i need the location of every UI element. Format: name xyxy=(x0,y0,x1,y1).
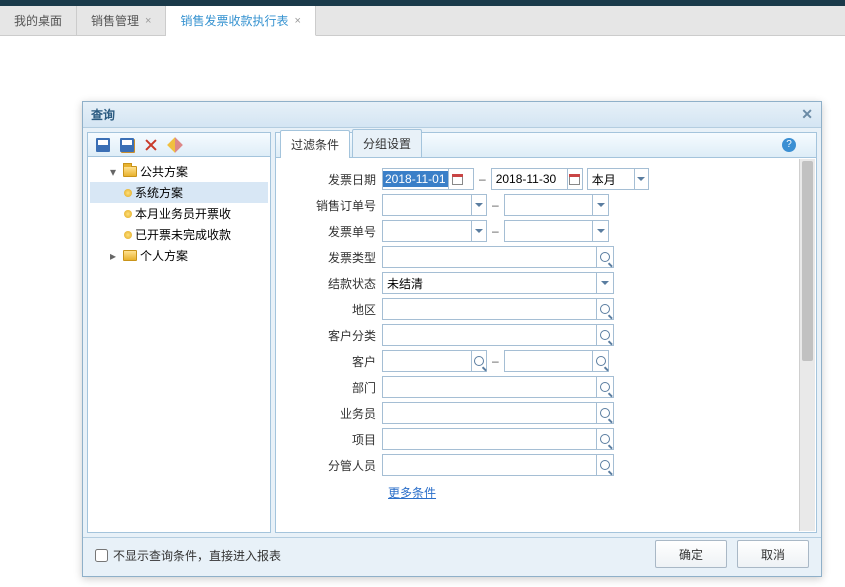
search-icon[interactable] xyxy=(596,455,613,475)
tab-group[interactable]: 分组设置 xyxy=(352,129,422,157)
label-salesperson: 业务员 xyxy=(282,405,382,422)
scheme-tree: ▾公共方案 系统方案 本月业务员开票收 已开票未完成收款 ▸个人方案 xyxy=(87,157,271,533)
search-icon[interactable] xyxy=(596,429,613,449)
tree-node-system[interactable]: 系统方案 xyxy=(90,182,268,203)
tab-sales-mgmt[interactable]: 销售管理× xyxy=(77,6,166,35)
invoice-no-to[interactable] xyxy=(504,220,609,242)
supervisor-field[interactable] xyxy=(382,454,614,476)
calendar-icon[interactable] xyxy=(448,169,466,189)
chevron-down-icon[interactable] xyxy=(634,169,648,189)
cust-category-field[interactable] xyxy=(382,324,614,346)
bullet-icon xyxy=(124,231,132,239)
checkbox-input[interactable] xyxy=(95,549,108,562)
label-dept: 部门 xyxy=(282,379,382,396)
region-field[interactable] xyxy=(382,298,614,320)
edit-icon[interactable] xyxy=(167,137,183,153)
scrollbar[interactable] xyxy=(799,159,815,531)
search-icon[interactable] xyxy=(596,377,613,397)
project-field[interactable] xyxy=(382,428,614,450)
tab-filter[interactable]: 过滤条件 xyxy=(280,130,350,158)
tab-invoice-report[interactable]: 销售发票收款执行表× xyxy=(166,6,315,36)
search-icon[interactable] xyxy=(596,325,613,345)
invoice-no-from[interactable] xyxy=(382,220,487,242)
bullet-icon xyxy=(124,210,132,218)
delete-icon[interactable] xyxy=(144,138,158,152)
date-to-field[interactable] xyxy=(491,168,583,190)
label-settle-status: 结款状态 xyxy=(282,275,382,292)
chevron-down-icon[interactable] xyxy=(596,273,613,293)
label-supervisor: 分管人员 xyxy=(282,457,382,474)
folder-open-icon xyxy=(123,166,137,177)
label-cust-category: 客户分类 xyxy=(282,327,382,344)
help-icon[interactable]: ? xyxy=(782,138,796,152)
customer-from[interactable] xyxy=(382,350,487,372)
main-tabs: 我的桌面 销售管理× 销售发票收款执行表× xyxy=(0,6,845,36)
tree-toolbar xyxy=(87,132,271,157)
settle-status-select[interactable] xyxy=(382,272,614,294)
label-customer: 客户 xyxy=(282,353,382,370)
chevron-down-icon[interactable] xyxy=(471,195,486,215)
dept-field[interactable] xyxy=(382,376,614,398)
label-invoice-type: 发票类型 xyxy=(282,249,382,266)
folder-icon xyxy=(123,250,137,261)
label-invoice-no: 发票单号 xyxy=(282,223,382,240)
date-range-select[interactable] xyxy=(587,168,649,190)
search-icon[interactable] xyxy=(596,299,613,319)
date-from-field[interactable]: 2018-11-01 xyxy=(382,168,474,190)
customer-to[interactable] xyxy=(504,350,609,372)
salesperson-field[interactable] xyxy=(382,402,614,424)
chevron-down-icon[interactable] xyxy=(592,195,607,215)
chevron-down-icon[interactable] xyxy=(471,221,486,241)
chevron-down-icon[interactable] xyxy=(592,221,607,241)
ok-button[interactable]: 确定 xyxy=(655,540,727,568)
invoice-type-field[interactable] xyxy=(382,246,614,268)
more-conditions-link[interactable]: 更多条件 xyxy=(388,484,436,501)
tree-node-unpaid[interactable]: 已开票未完成收款 xyxy=(90,224,268,245)
close-icon[interactable]: ✕ xyxy=(801,106,813,123)
label-sales-order-no: 销售订单号 xyxy=(282,197,382,214)
label-region: 地区 xyxy=(282,301,382,318)
cancel-button[interactable]: 取消 xyxy=(737,540,809,568)
calendar-icon[interactable] xyxy=(567,169,582,189)
tree-node-month-sales[interactable]: 本月业务员开票收 xyxy=(90,203,268,224)
search-icon[interactable] xyxy=(471,351,486,371)
sales-order-from[interactable] xyxy=(382,194,487,216)
label-project: 项目 xyxy=(282,431,382,448)
tree-node-personal[interactable]: ▸个人方案 xyxy=(90,245,268,266)
save-as-icon[interactable] xyxy=(120,138,134,152)
close-icon[interactable]: × xyxy=(294,15,300,27)
tree-node-public[interactable]: ▾公共方案 xyxy=(90,161,268,182)
close-icon[interactable]: × xyxy=(145,15,151,27)
save-icon[interactable] xyxy=(96,138,110,152)
dialog-title: 查询 xyxy=(91,106,801,123)
bullet-icon xyxy=(124,189,132,197)
sales-order-to[interactable] xyxy=(504,194,609,216)
search-icon[interactable] xyxy=(596,403,613,423)
search-icon[interactable] xyxy=(596,247,613,267)
query-dialog: 查询 ✕ ▾公共方案 系统方案 本月业务员开票收 已开票未完成收款 ▸个人方案 … xyxy=(82,101,822,577)
search-icon[interactable] xyxy=(592,351,607,371)
tab-desktop[interactable]: 我的桌面 xyxy=(0,6,77,35)
label-invoice-date: 发票日期 xyxy=(282,171,382,188)
